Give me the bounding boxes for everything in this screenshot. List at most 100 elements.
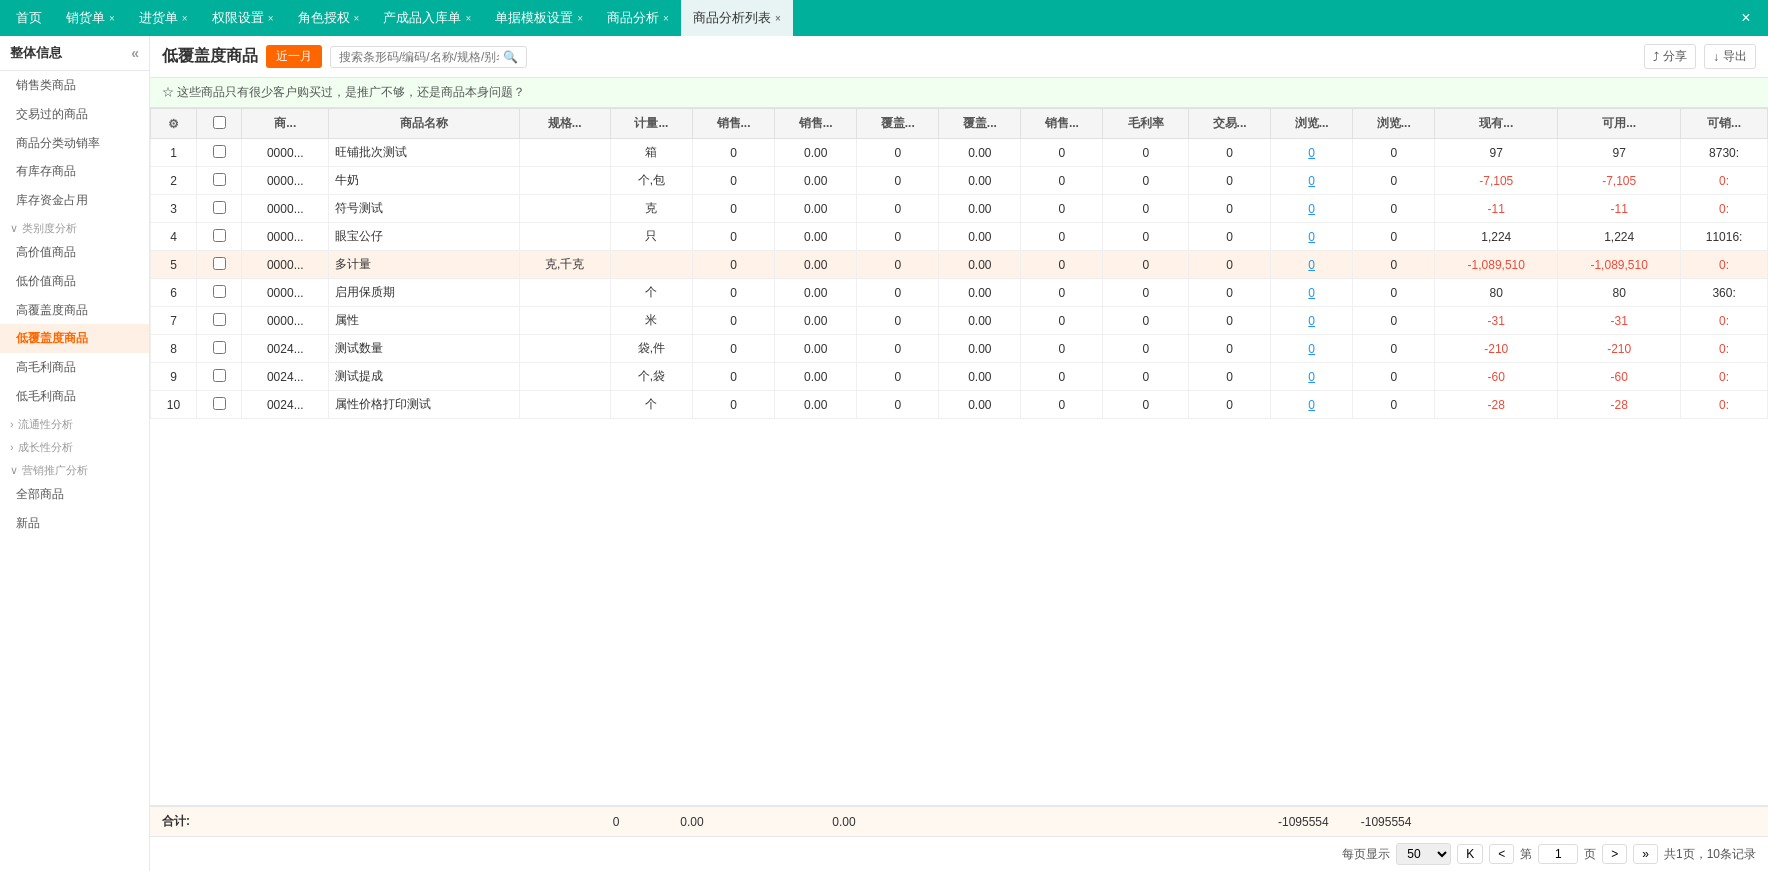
- row-cover2: 0.00: [939, 279, 1021, 307]
- nav-item-sales[interactable]: 销货单 ×: [54, 0, 127, 36]
- search-input[interactable]: [339, 50, 499, 64]
- row-view1[interactable]: 0: [1271, 363, 1353, 391]
- nav-item-product-analysis[interactable]: 商品分析 ×: [595, 0, 681, 36]
- sidebar-item-high-margin[interactable]: 高毛利商品: [0, 353, 149, 382]
- sidebar-item-stocked-goods[interactable]: 有库存商品: [0, 157, 149, 186]
- next-page-button[interactable]: >: [1602, 844, 1627, 864]
- row-checkbox[interactable]: [197, 139, 242, 167]
- nav-close-template[interactable]: ×: [577, 13, 583, 24]
- row-view1[interactable]: 0: [1271, 167, 1353, 195]
- row-checkbox[interactable]: [197, 363, 242, 391]
- time-filter-button[interactable]: 近一月: [266, 45, 322, 68]
- search-icon[interactable]: 🔍: [503, 50, 518, 64]
- row-view1[interactable]: 0: [1271, 139, 1353, 167]
- per-page-select[interactable]: 50 20 100: [1396, 843, 1451, 865]
- nav-close-roles[interactable]: ×: [354, 13, 360, 24]
- settings-icon[interactable]: ⚙: [168, 117, 179, 131]
- row-view1[interactable]: 0: [1271, 335, 1353, 363]
- th-code[interactable]: 商...: [242, 109, 329, 139]
- row-view1[interactable]: 0: [1271, 251, 1353, 279]
- sidebar-item-high-value[interactable]: 高价值商品: [0, 238, 149, 267]
- row-view1[interactable]: 0: [1271, 195, 1353, 223]
- row-view1[interactable]: 0: [1271, 279, 1353, 307]
- nav-close-product-storage[interactable]: ×: [465, 13, 471, 24]
- th-cover2[interactable]: 覆盖...: [939, 109, 1021, 139]
- sidebar-section-coverage[interactable]: ∨ 类别度分析: [0, 215, 149, 238]
- row-checkbox[interactable]: [197, 279, 242, 307]
- page-input[interactable]: [1538, 844, 1578, 864]
- nav-item-product-analysis-list[interactable]: 商品分析列表 ×: [681, 0, 793, 36]
- row-view2: 0: [1353, 335, 1435, 363]
- last-page-button[interactable]: »: [1633, 844, 1658, 864]
- th-view2[interactable]: 浏览...: [1353, 109, 1435, 139]
- share-button[interactable]: ⤴ 分享: [1644, 44, 1696, 69]
- row-sellable: 360:: [1681, 279, 1768, 307]
- export-button[interactable]: ↓ 导出: [1704, 44, 1756, 69]
- row-checkbox[interactable]: [197, 251, 242, 279]
- first-page-button[interactable]: K: [1457, 844, 1483, 864]
- nav-close-permissions[interactable]: ×: [268, 13, 274, 24]
- th-sales2[interactable]: 销售...: [775, 109, 857, 139]
- row-checkbox[interactable]: [197, 223, 242, 251]
- th-unit[interactable]: 计量...: [610, 109, 692, 139]
- row-sales2: 0.00: [775, 223, 857, 251]
- nav-item-permissions[interactable]: 权限设置 ×: [200, 0, 286, 36]
- th-stock[interactable]: 现有...: [1435, 109, 1558, 139]
- nav-close-product-analysis[interactable]: ×: [663, 13, 669, 24]
- row-checkbox[interactable]: [197, 167, 242, 195]
- select-all-checkbox[interactable]: [213, 116, 226, 129]
- row-sales1: 0: [693, 139, 775, 167]
- sidebar-item-sales-goods[interactable]: 销售类商品: [0, 71, 149, 100]
- sidebar-item-low-coverage[interactable]: 低覆盖度商品: [0, 324, 149, 353]
- row-spec: 克,千克: [519, 251, 610, 279]
- sidebar-collapse-button[interactable]: «: [131, 45, 139, 61]
- sidebar-item-low-value[interactable]: 低价值商品: [0, 267, 149, 296]
- sidebar-item-all-goods[interactable]: 全部商品: [0, 480, 149, 509]
- sidebar-item-category-turnover[interactable]: 商品分类动销率: [0, 129, 149, 158]
- nav-close-purchase[interactable]: ×: [182, 13, 188, 24]
- row-cover2: 0.00: [939, 391, 1021, 419]
- sidebar-item-capital-usage[interactable]: 库存资金占用: [0, 186, 149, 215]
- row-available: -28: [1558, 391, 1681, 419]
- sidebar-item-new-goods[interactable]: 新品: [0, 509, 149, 538]
- row-sellable: 0:: [1681, 251, 1768, 279]
- row-checkbox[interactable]: [197, 335, 242, 363]
- th-margin[interactable]: 毛利率: [1103, 109, 1189, 139]
- th-spec[interactable]: 规格...: [519, 109, 610, 139]
- th-sellable[interactable]: 可销...: [1681, 109, 1768, 139]
- sidebar-item-traded-goods[interactable]: 交易过的商品: [0, 100, 149, 129]
- th-name[interactable]: 商品名称: [329, 109, 519, 139]
- nav-item-product-storage[interactable]: 产成品入库单 ×: [371, 0, 483, 36]
- nav-item-template[interactable]: 单据模板设置 ×: [483, 0, 595, 36]
- row-checkbox[interactable]: [197, 391, 242, 419]
- row-available: -31: [1558, 307, 1681, 335]
- th-cover1[interactable]: 覆盖...: [857, 109, 939, 139]
- row-view1[interactable]: 0: [1271, 223, 1353, 251]
- prev-page-button[interactable]: <: [1489, 844, 1514, 864]
- row-num: 7: [151, 307, 197, 335]
- row-cover2: 0.00: [939, 363, 1021, 391]
- nav-item-home[interactable]: 首页: [4, 0, 54, 36]
- sidebar-section-marketing[interactable]: ∨ 营销推广分析: [0, 457, 149, 480]
- th-view1[interactable]: 浏览...: [1271, 109, 1353, 139]
- th-checkbox[interactable]: [197, 109, 242, 139]
- sidebar-section-liquidity[interactable]: › 流通性分析: [0, 411, 149, 434]
- th-sales3[interactable]: 销售...: [1021, 109, 1103, 139]
- row-view1[interactable]: 0: [1271, 391, 1353, 419]
- th-trade[interactable]: 交易...: [1189, 109, 1271, 139]
- sidebar-item-low-margin[interactable]: 低毛利商品: [0, 382, 149, 411]
- nav-item-purchase[interactable]: 进货单 ×: [127, 0, 200, 36]
- th-available[interactable]: 可用...: [1558, 109, 1681, 139]
- nav-item-roles[interactable]: 角色授权 ×: [286, 0, 372, 36]
- window-close-button[interactable]: ×: [1728, 0, 1764, 36]
- sidebar-item-high-coverage[interactable]: 高覆盖度商品: [0, 296, 149, 325]
- nav-close-product-analysis-list[interactable]: ×: [775, 13, 781, 24]
- th-sales1[interactable]: 销售...: [693, 109, 775, 139]
- row-checkbox[interactable]: [197, 195, 242, 223]
- row-view1[interactable]: 0: [1271, 307, 1353, 335]
- th-settings[interactable]: ⚙: [151, 109, 197, 139]
- sidebar-section-growth[interactable]: › 成长性分析: [0, 434, 149, 457]
- row-sales2: 0.00: [775, 251, 857, 279]
- row-checkbox[interactable]: [197, 307, 242, 335]
- nav-close-sales[interactable]: ×: [109, 13, 115, 24]
